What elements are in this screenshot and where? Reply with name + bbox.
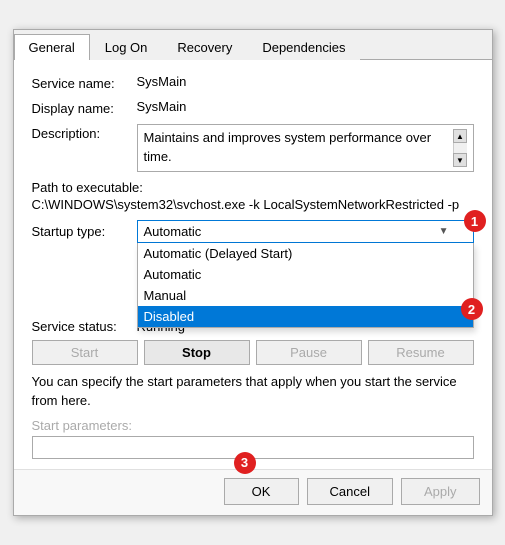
service-name-row: Service name: SysMain: [32, 74, 474, 91]
description-row: Description: Maintains and improves syst…: [32, 124, 474, 172]
startup-type-current: Automatic: [144, 224, 202, 239]
resume-button[interactable]: Resume: [368, 340, 474, 365]
hint-text: You can specify the start parameters tha…: [32, 373, 474, 409]
tab-bar: General Log On Recovery Dependencies: [14, 30, 492, 60]
pause-button[interactable]: Pause: [256, 340, 362, 365]
scroll-up-arrow[interactable]: ▲: [453, 129, 467, 143]
apply-button[interactable]: Apply: [401, 478, 480, 505]
startup-type-select[interactable]: Automatic ▼ 1: [137, 220, 474, 243]
dropdown-option-auto[interactable]: Automatic: [138, 264, 473, 285]
description-box[interactable]: Maintains and improves system performanc…: [137, 124, 474, 172]
description-label: Description:: [32, 124, 137, 141]
scroll-down-arrow[interactable]: ▼: [453, 153, 467, 167]
start-button[interactable]: Start: [32, 340, 138, 365]
service-status-label: Service status:: [32, 319, 137, 334]
dropdown-option-auto-delayed[interactable]: Automatic (Delayed Start): [138, 243, 473, 264]
annotation-badge-1: 1: [464, 210, 486, 232]
ok-btn-wrapper: 3 OK: [224, 478, 299, 505]
path-section: Path to executable: C:\WINDOWS\system32\…: [32, 180, 474, 212]
display-name-label: Display name:: [32, 99, 137, 116]
tab-logon[interactable]: Log On: [90, 34, 163, 60]
service-name-value: SysMain: [137, 74, 474, 89]
dropdown-option-disabled[interactable]: Disabled 2: [138, 306, 473, 327]
ok-button[interactable]: OK: [224, 478, 299, 505]
start-params-label: Start parameters:: [32, 418, 474, 433]
startup-select-wrapper: Automatic ▼ 1 Automatic (Delayed Start) …: [137, 220, 474, 243]
description-scrollbar[interactable]: ▲ ▼: [453, 129, 467, 167]
tab-dependencies[interactable]: Dependencies: [247, 34, 360, 60]
startup-type-row: Startup type: Automatic ▼ 1 Automatic (D…: [32, 220, 474, 243]
startup-dropdown-menu: Automatic (Delayed Start) Automatic Manu…: [137, 243, 474, 328]
service-dialog: General Log On Recovery Dependencies Ser…: [13, 29, 493, 515]
path-value: C:\WINDOWS\system32\svchost.exe -k Local…: [32, 197, 474, 212]
display-name-row: Display name: SysMain: [32, 99, 474, 116]
dropdown-arrow-icon: ▼: [439, 226, 449, 237]
cancel-button[interactable]: Cancel: [307, 478, 393, 505]
display-name-value: SysMain: [137, 99, 474, 114]
description-text: Maintains and improves system performanc…: [144, 129, 453, 165]
stop-button[interactable]: Stop: [144, 340, 250, 365]
path-label: Path to executable:: [32, 180, 474, 195]
service-name-label: Service name:: [32, 74, 137, 91]
bottom-buttons: 3 OK Cancel Apply: [14, 469, 492, 515]
dropdown-option-manual[interactable]: Manual: [138, 285, 473, 306]
annotation-badge-3: 3: [234, 452, 256, 474]
tab-general[interactable]: General: [14, 34, 90, 60]
service-control-buttons: Start Stop Pause Resume: [32, 340, 474, 365]
tab-recovery[interactable]: Recovery: [162, 34, 247, 60]
annotation-badge-2: 2: [461, 298, 483, 320]
startup-type-label: Startup type:: [32, 224, 137, 239]
dialog-content: Service name: SysMain Display name: SysM…: [14, 60, 492, 468]
